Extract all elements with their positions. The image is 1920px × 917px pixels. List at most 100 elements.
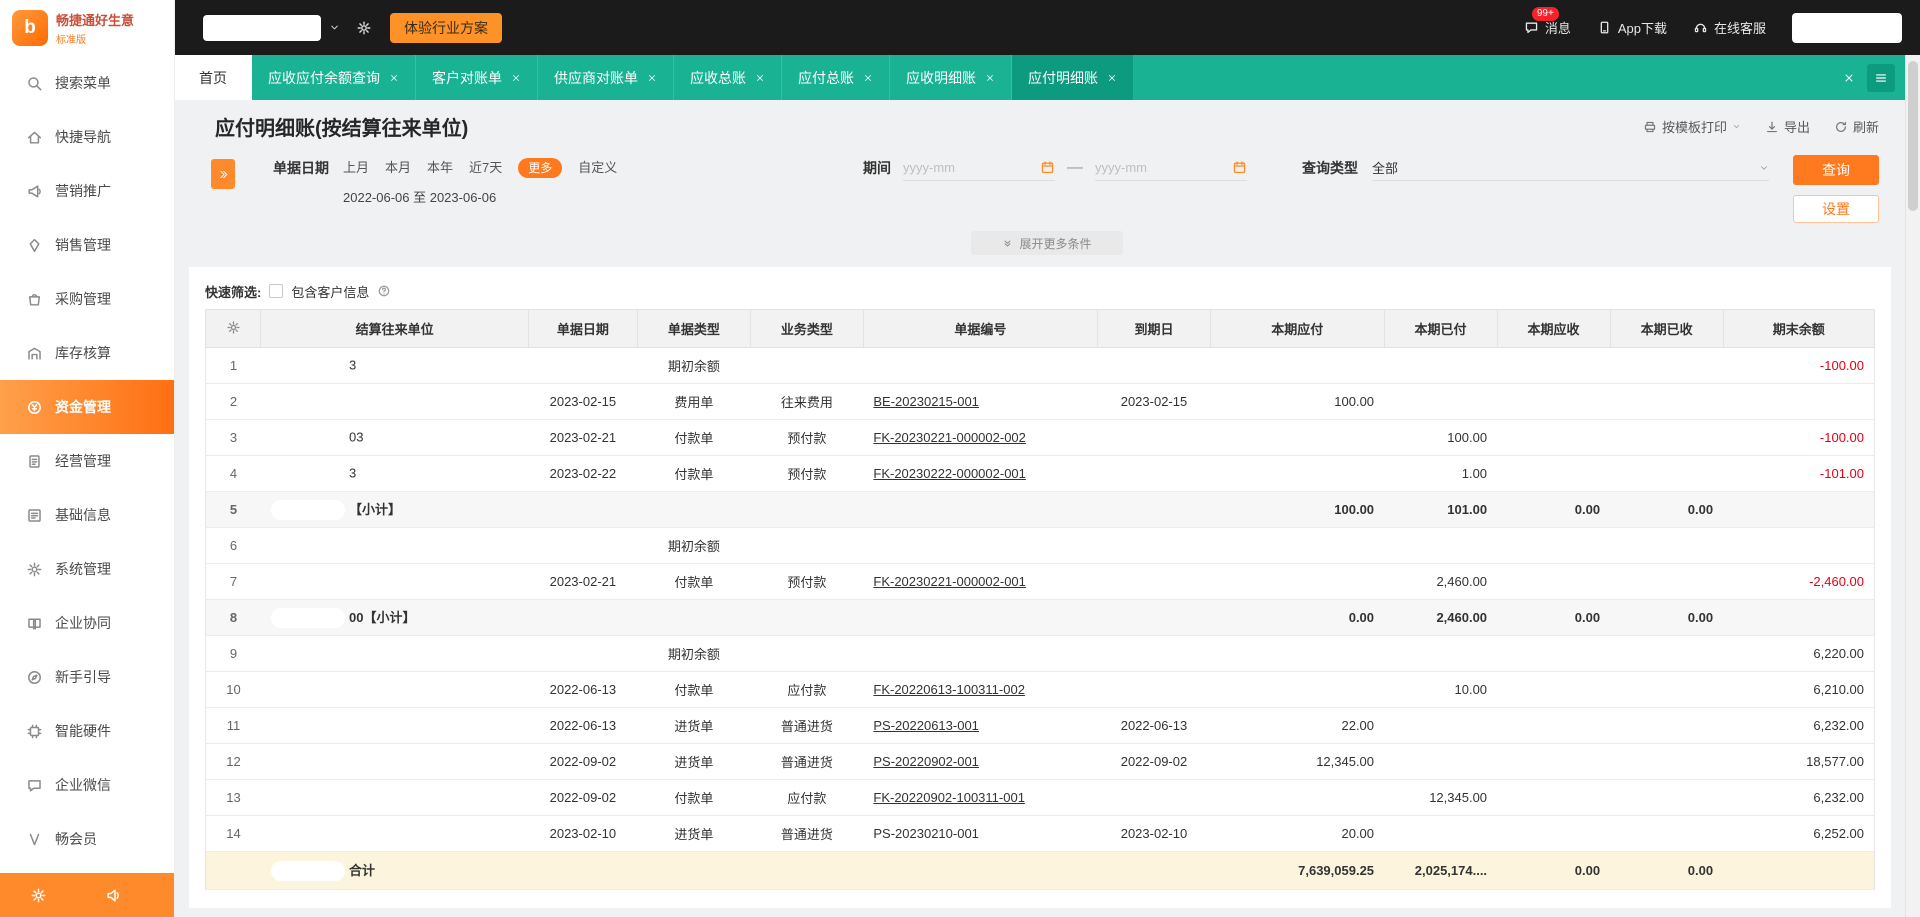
tab-6[interactable]: 应收明细账 [890,55,1012,100]
tab-5[interactable]: 应付总账 [782,55,890,100]
sidebar-item-guide[interactable]: 新手引导 [0,650,174,704]
custom-range-button[interactable]: 自定义 [578,155,617,181]
quick-range-button[interactable]: 上月 [343,155,369,181]
column-settings-icon [226,320,241,335]
sidebar-item-label: 新手引导 [55,669,111,685]
sidebar-item-home[interactable]: 快捷导航 [0,110,174,164]
filter-panel: 单据日期 上月 本月 本年 近7天 更多 自定义 2022-06-06 至 2023-06… [175,149,1905,255]
tab-home[interactable]: 首页 [175,55,252,100]
sidebar-item-system[interactable]: 系统管理 [0,542,174,596]
cell-payable: 22.00 [1210,707,1385,744]
cell-received [1610,743,1724,780]
settings-button[interactable]: 设置 [1793,195,1879,223]
app-download-button[interactable]: App下载 [1597,18,1667,37]
close-tab-icon[interactable] [1107,73,1117,83]
quick-range-button[interactable]: 本月 [385,155,411,181]
messages-button[interactable]: 99+ 消息 [1524,7,1571,37]
sidebar-item-sales[interactable]: 销售管理 [0,218,174,272]
search-icon [28,76,42,90]
table-row: 10 2022-06-13 付款单 应付款 FK-20220613-100311-002… [205,671,1875,708]
close-tab-icon[interactable] [511,73,521,83]
title-actions: 按模板打印 导出 刷新 [1643,117,1879,136]
sidebar-item-collab[interactable]: 企业协同 [0,596,174,650]
print-by-template-button[interactable]: 按模板打印 [1643,117,1741,136]
cell-biz-type [750,599,864,636]
gear-icon[interactable] [356,20,372,36]
cell-doc-type: 付款单 [637,419,751,456]
doc-no-link[interactable]: PS-20220902-001 [873,754,979,769]
app-download-label: App下载 [1617,21,1667,36]
experience-industry-button[interactable]: 体验行业方案 [390,12,502,43]
sidebar-item-promo[interactable]: 营销推广 [0,164,174,218]
quick-range-button[interactable]: 本年 [427,155,453,181]
sidebar-item-inventory[interactable]: 库存核算 [0,326,174,380]
cell-payable [1210,671,1385,708]
refresh-button[interactable]: 刷新 [1834,117,1879,136]
tab-4[interactable]: 应收总账 [674,55,782,100]
more-ranges-button[interactable]: 更多 [518,158,563,178]
cell-payable: 100.00 [1210,491,1385,528]
cell-payable: 0.00 [1210,599,1385,636]
cell-doc-date: 2022-09-02 [528,779,638,816]
tab-3[interactable]: 供应商对账单 [538,55,674,100]
close-tab-icon[interactable] [647,73,657,83]
close-tab-icon[interactable] [985,73,995,83]
cell-due-date [1097,599,1211,636]
tab-1[interactable]: 应收应付余额查询 [252,55,416,100]
cell-doc-date [528,851,638,890]
tab-2[interactable]: 客户对账单 [416,55,538,100]
calendar-icon [1233,161,1246,174]
sidebar-item-baseinfo[interactable]: 基础信息 [0,488,174,542]
sidebar-item-wechat[interactable]: 企业微信 [0,758,174,812]
announcement-icon[interactable] [105,887,122,904]
sidebar-item-hardware[interactable]: 智能硬件 [0,704,174,758]
chevron-down-icon[interactable] [329,22,340,33]
collapse-filter-button[interactable] [211,159,235,189]
sidebar-item-operate[interactable]: 经营管理 [0,434,174,488]
period-start-input[interactable]: yyyy-mm [903,155,1055,181]
headset-icon [1693,20,1708,35]
calendar-icon[interactable] [1040,160,1055,175]
cell-receivable [1497,455,1611,492]
doc-no-link[interactable]: FK-20230221-000002-002 [873,430,1026,445]
calendar-icon[interactable] [1232,160,1247,175]
settings-icon[interactable] [30,887,47,904]
column-header: 单据编号 [862,309,1098,348]
user-info-redacted[interactable] [1792,12,1902,43]
tab-spacer [1134,55,1843,100]
doc-no-link[interactable]: FK-20220613-100311-002 [873,682,1025,697]
close-all-tabs-icon[interactable] [1843,72,1855,84]
column-header: 本期应付 [1209,309,1385,348]
tab-list-button[interactable] [1867,63,1895,92]
tab-label: 供应商对账单 [554,69,638,86]
query-type-select[interactable]: 全部 [1372,155,1769,181]
doc-no-link[interactable]: FK-20230221-000002-001 [873,574,1026,589]
column-settings-button[interactable] [204,309,262,348]
online-service-button[interactable]: 在线客服 [1693,18,1766,37]
doc-no-link[interactable]: PS-20220613-001 [873,718,979,733]
quick-range-button[interactable]: 近7天 [469,155,502,181]
redaction-blob [270,643,345,664]
doc-no-link[interactable]: BE-20230215-001 [873,394,979,409]
period-end-input[interactable]: yyyy-mm [1095,155,1247,181]
vertical-scrollbar[interactable] [1905,55,1920,917]
sidebar-item-member[interactable]: 畅会员 [0,812,174,866]
query-button[interactable]: 查询 [1793,155,1879,185]
sidebar-item-fund[interactable]: 资金管理 [0,380,174,434]
export-button[interactable]: 导出 [1765,117,1810,136]
company-selector-redacted[interactable] [203,14,321,41]
include-customer-checkbox[interactable] [269,284,284,298]
close-tab-icon[interactable] [863,73,873,83]
doc-no-link[interactable]: FK-20230222-000002-001 [873,466,1026,481]
close-tab-icon[interactable] [755,73,765,83]
scrollbar-thumb[interactable] [1908,61,1918,211]
help-icon[interactable] [377,284,391,298]
cell-payable: 12,345.00 [1210,743,1385,780]
doc-no-link[interactable]: FK-20220902-100311-001 [873,790,1025,805]
cell-received [1610,455,1724,492]
sidebar-item-purchase[interactable]: 采购管理 [0,272,174,326]
close-tab-icon[interactable] [389,73,399,83]
sidebar-item-search[interactable]: 搜索菜单 [0,56,174,110]
tab-7[interactable]: 应付明细账 [1012,55,1134,100]
expand-more-button[interactable]: 展开更多条件 [971,231,1123,255]
